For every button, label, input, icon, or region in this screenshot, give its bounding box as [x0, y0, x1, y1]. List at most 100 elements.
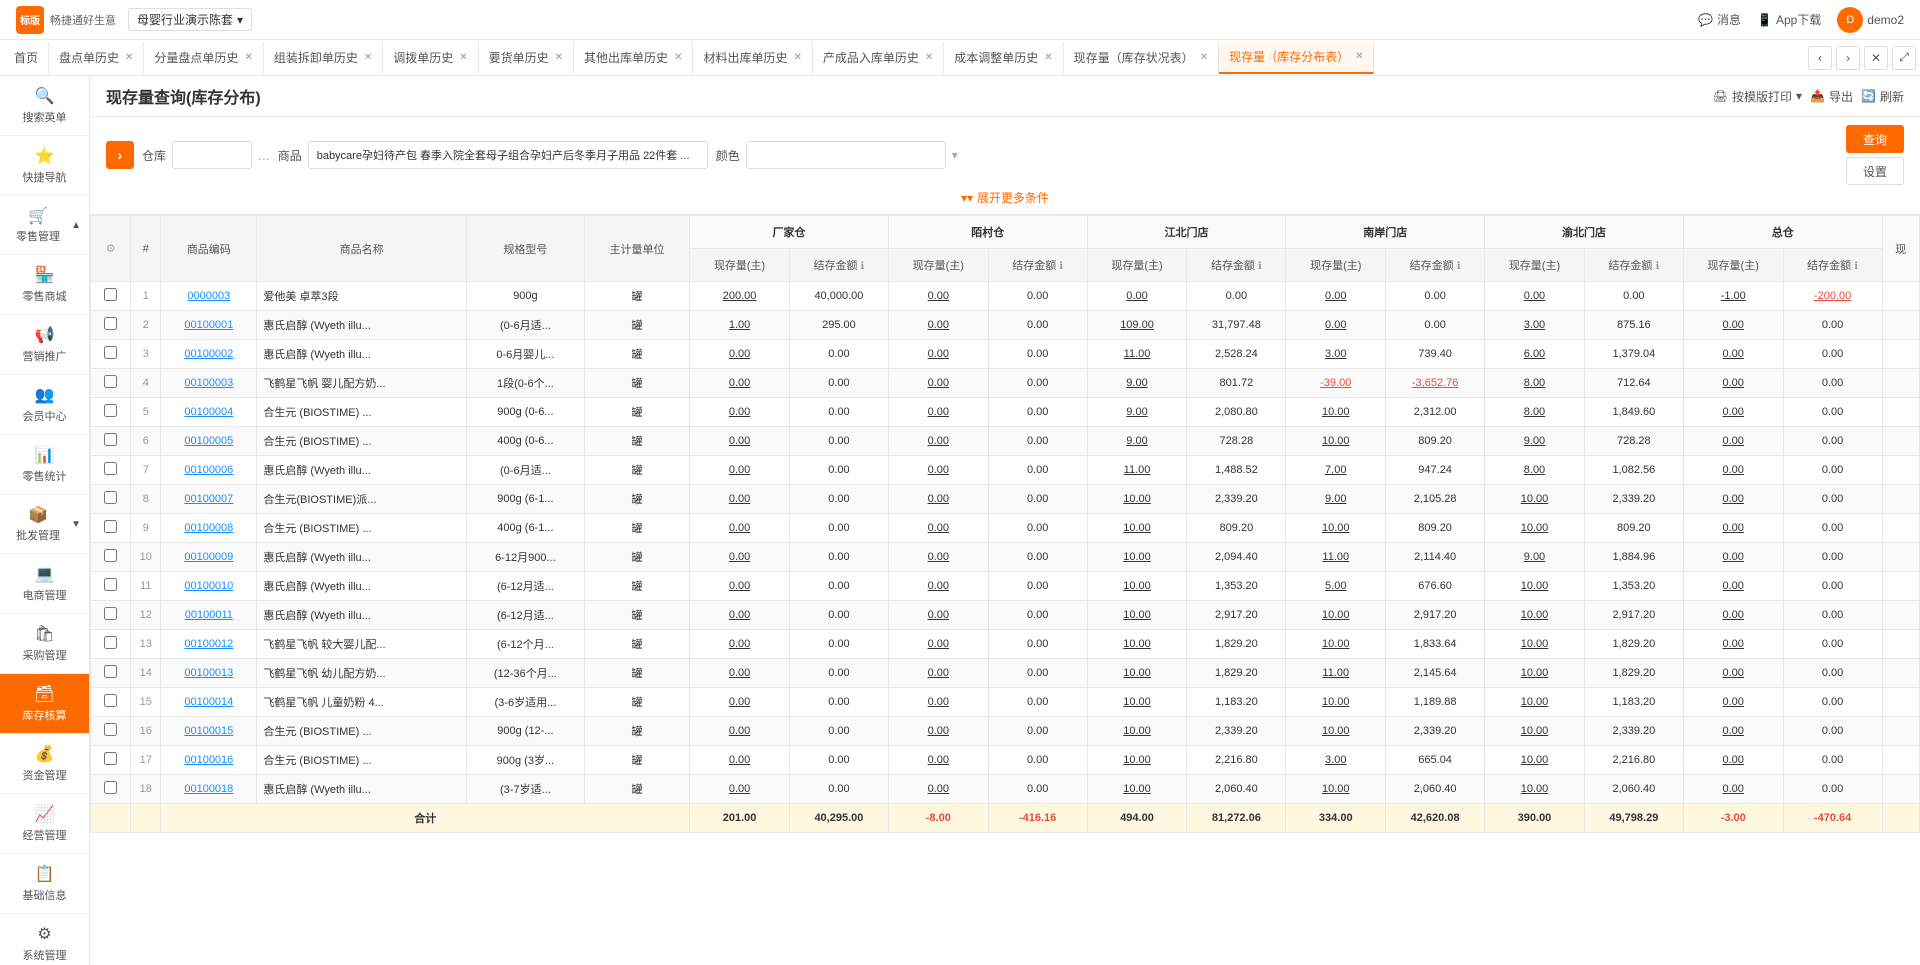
- tab-stock-dist[interactable]: 现存量（库存分布表） ✕: [1219, 42, 1374, 74]
- cell-total-stock: 0.00: [1683, 572, 1783, 601]
- tab-close-assembly[interactable]: ✕: [364, 52, 372, 63]
- tab-close-product-in[interactable]: ✕: [925, 52, 933, 63]
- tab-next-btn[interactable]: ›: [1836, 46, 1860, 70]
- cell-jiangbei-stock: 10.00: [1087, 543, 1187, 572]
- tab-close-material-out[interactable]: ✕: [793, 52, 801, 63]
- cell-checkbox[interactable]: [91, 340, 131, 369]
- sidebar-item-marketing[interactable]: 📢 营销推广: [0, 315, 89, 375]
- tab-close-stock-status[interactable]: ✕: [1200, 52, 1208, 63]
- sidebar-item-ecom[interactable]: 💻 电商管理: [0, 554, 89, 614]
- cell-checkbox[interactable]: [91, 746, 131, 775]
- cell-checkbox[interactable]: [91, 601, 131, 630]
- export-btn[interactable]: 📤 导出: [1810, 88, 1853, 105]
- cell-checkbox[interactable]: [91, 659, 131, 688]
- sidebar-item-stock[interactable]: 🗃 库存核算: [0, 674, 89, 734]
- filter-expand-icon[interactable]: ›: [106, 141, 134, 169]
- sidebar-item-finance[interactable]: 💰 资金管理: [0, 734, 89, 794]
- tab-request[interactable]: 要货单历史 ✕: [479, 42, 574, 74]
- tab-material-out[interactable]: 材料出库单历史 ✕: [693, 42, 812, 74]
- tab-inventory-single[interactable]: 盘点单历史 ✕: [49, 42, 144, 74]
- cell-nanan-stock: 9.00: [1286, 485, 1386, 514]
- sidebar-item-retail-stats[interactable]: 📊 零售统计: [0, 435, 89, 495]
- tab-assembly[interactable]: 组装拆卸单历史 ✕: [264, 42, 383, 74]
- tab-other-out[interactable]: 其他出库单历史 ✕: [574, 42, 693, 74]
- cell-checkbox[interactable]: [91, 688, 131, 717]
- tab-close-stock-dist[interactable]: ✕: [1355, 51, 1363, 62]
- cell-checkbox[interactable]: [91, 427, 131, 456]
- tab-close-all-btn[interactable]: ✕: [1864, 46, 1888, 70]
- tab-expand-btn[interactable]: ⤢: [1892, 46, 1916, 70]
- tab-close-request[interactable]: ✕: [555, 52, 563, 63]
- expand-conditions-btn[interactable]: ▾▾ 展开更多条件: [106, 189, 1904, 206]
- setting-button[interactable]: 设置: [1846, 157, 1904, 185]
- tab-stock-status[interactable]: 现存量（库存状况表） ✕: [1064, 42, 1219, 74]
- topbar-left: 标版 畅捷通好生意 母婴行业演示陈套 ▾: [16, 6, 252, 34]
- cell-factory-amount: 0.00: [789, 601, 888, 630]
- tab-close-inventory-split[interactable]: ✕: [244, 52, 252, 63]
- app-download-btn[interactable]: 📱 App下载: [1757, 11, 1821, 28]
- cell-checkbox[interactable]: [91, 282, 131, 311]
- refresh-btn[interactable]: 🔄 刷新: [1861, 88, 1904, 105]
- message-btn[interactable]: 💬 消息: [1698, 11, 1741, 28]
- cell-checkbox[interactable]: [91, 543, 131, 572]
- cell-total-stock: 0.00: [1683, 746, 1783, 775]
- cell-checkbox[interactable]: [91, 572, 131, 601]
- sidebar-item-retail-mgmt[interactable]: 🛒 零售管理 ▲: [0, 196, 89, 255]
- cell-checkbox[interactable]: [91, 717, 131, 746]
- cell-checkbox[interactable]: [91, 485, 131, 514]
- sidebar-item-purchase[interactable]: 🛍 采购管理: [0, 614, 89, 674]
- cell-factory-amount: 0.00: [789, 427, 888, 456]
- cell-village-amount: 0.00: [988, 572, 1087, 601]
- cell-no: 2: [131, 311, 161, 340]
- sidebar-item-base[interactable]: 📋 基础信息: [0, 854, 89, 914]
- summary-village-amount: -416.16: [988, 804, 1087, 833]
- cell-checkbox[interactable]: [91, 514, 131, 543]
- tab-cost-adjust[interactable]: 成本调整单历史 ✕: [944, 42, 1063, 74]
- tab-close-inventory-single[interactable]: ✕: [125, 52, 133, 63]
- sidebar-item-quicknav[interactable]: ⭐ 快捷导航: [0, 136, 89, 196]
- cell-total-stock: 0.00: [1683, 369, 1783, 398]
- tab-close-transfer[interactable]: ✕: [459, 52, 467, 63]
- tab-transfer[interactable]: 调拨单历史 ✕: [383, 42, 478, 74]
- user-area[interactable]: D demo2: [1837, 7, 1904, 33]
- cell-checkbox[interactable]: [91, 369, 131, 398]
- tab-close-cost-adjust[interactable]: ✕: [1044, 52, 1052, 63]
- cell-unit: 罐: [584, 775, 689, 804]
- tab-inventory-split[interactable]: 分量盘点单历史 ✕: [144, 42, 263, 74]
- product-input[interactable]: [308, 141, 708, 169]
- cell-total-stock: 0.00: [1683, 456, 1783, 485]
- warehouse-input[interactable]: [172, 141, 252, 169]
- color-input[interactable]: [746, 141, 946, 169]
- industry-select[interactable]: 母婴行业演示陈套 ▾: [128, 8, 252, 31]
- query-button[interactable]: 查询: [1846, 125, 1904, 153]
- cell-village-stock: 0.00: [888, 456, 988, 485]
- cell-total-stock: 0.00: [1683, 688, 1783, 717]
- cell-extra: [1882, 717, 1919, 746]
- cell-extra: [1882, 601, 1919, 630]
- sidebar-item-member[interactable]: 👥 会员中心: [0, 375, 89, 435]
- cell-nanan-amount: 947.24: [1386, 456, 1485, 485]
- col-factory-amount: 结存金额 ℹ: [789, 249, 888, 282]
- page-header: 现存量查询(库存分布) 🖨 按模版打印 ▾ 📤 导出 🔄 刷新: [90, 76, 1920, 117]
- cell-unit: 罐: [584, 340, 689, 369]
- cell-checkbox[interactable]: [91, 456, 131, 485]
- sidebar-item-system[interactable]: ⚙ 系统管理: [0, 914, 89, 965]
- sidebar-item-search[interactable]: 🔍 搜索英单: [0, 76, 89, 136]
- table-row: 13 00100012 飞鹤星飞帆 较大婴儿配... (6-12个月... 罐 …: [91, 630, 1920, 659]
- tab-home[interactable]: 首页: [4, 42, 49, 74]
- print-btn[interactable]: 🖨 按模版打印 ▾: [1713, 88, 1802, 105]
- sidebar-item-ops[interactable]: 📈 经营管理: [0, 794, 89, 854]
- sidebar-item-wholesale[interactable]: 📦 批发管理 ▼: [0, 495, 89, 554]
- cell-checkbox[interactable]: [91, 311, 131, 340]
- cell-checkbox[interactable]: [91, 775, 131, 804]
- sidebar-item-retail-mall[interactable]: 🏪 零售商城: [0, 255, 89, 315]
- cell-factory-stock: 0.00: [690, 456, 790, 485]
- cell-village-stock: 0.00: [888, 688, 988, 717]
- cell-nanan-stock: 10.00: [1286, 398, 1386, 427]
- tab-prev-btn[interactable]: ‹: [1808, 46, 1832, 70]
- tab-product-in[interactable]: 产成品入库单历史 ✕: [813, 42, 944, 74]
- cell-checkbox[interactable]: [91, 630, 131, 659]
- gear-icon[interactable]: ⚙: [106, 243, 116, 255]
- tab-close-other-out[interactable]: ✕: [674, 52, 682, 63]
- cell-checkbox[interactable]: [91, 398, 131, 427]
